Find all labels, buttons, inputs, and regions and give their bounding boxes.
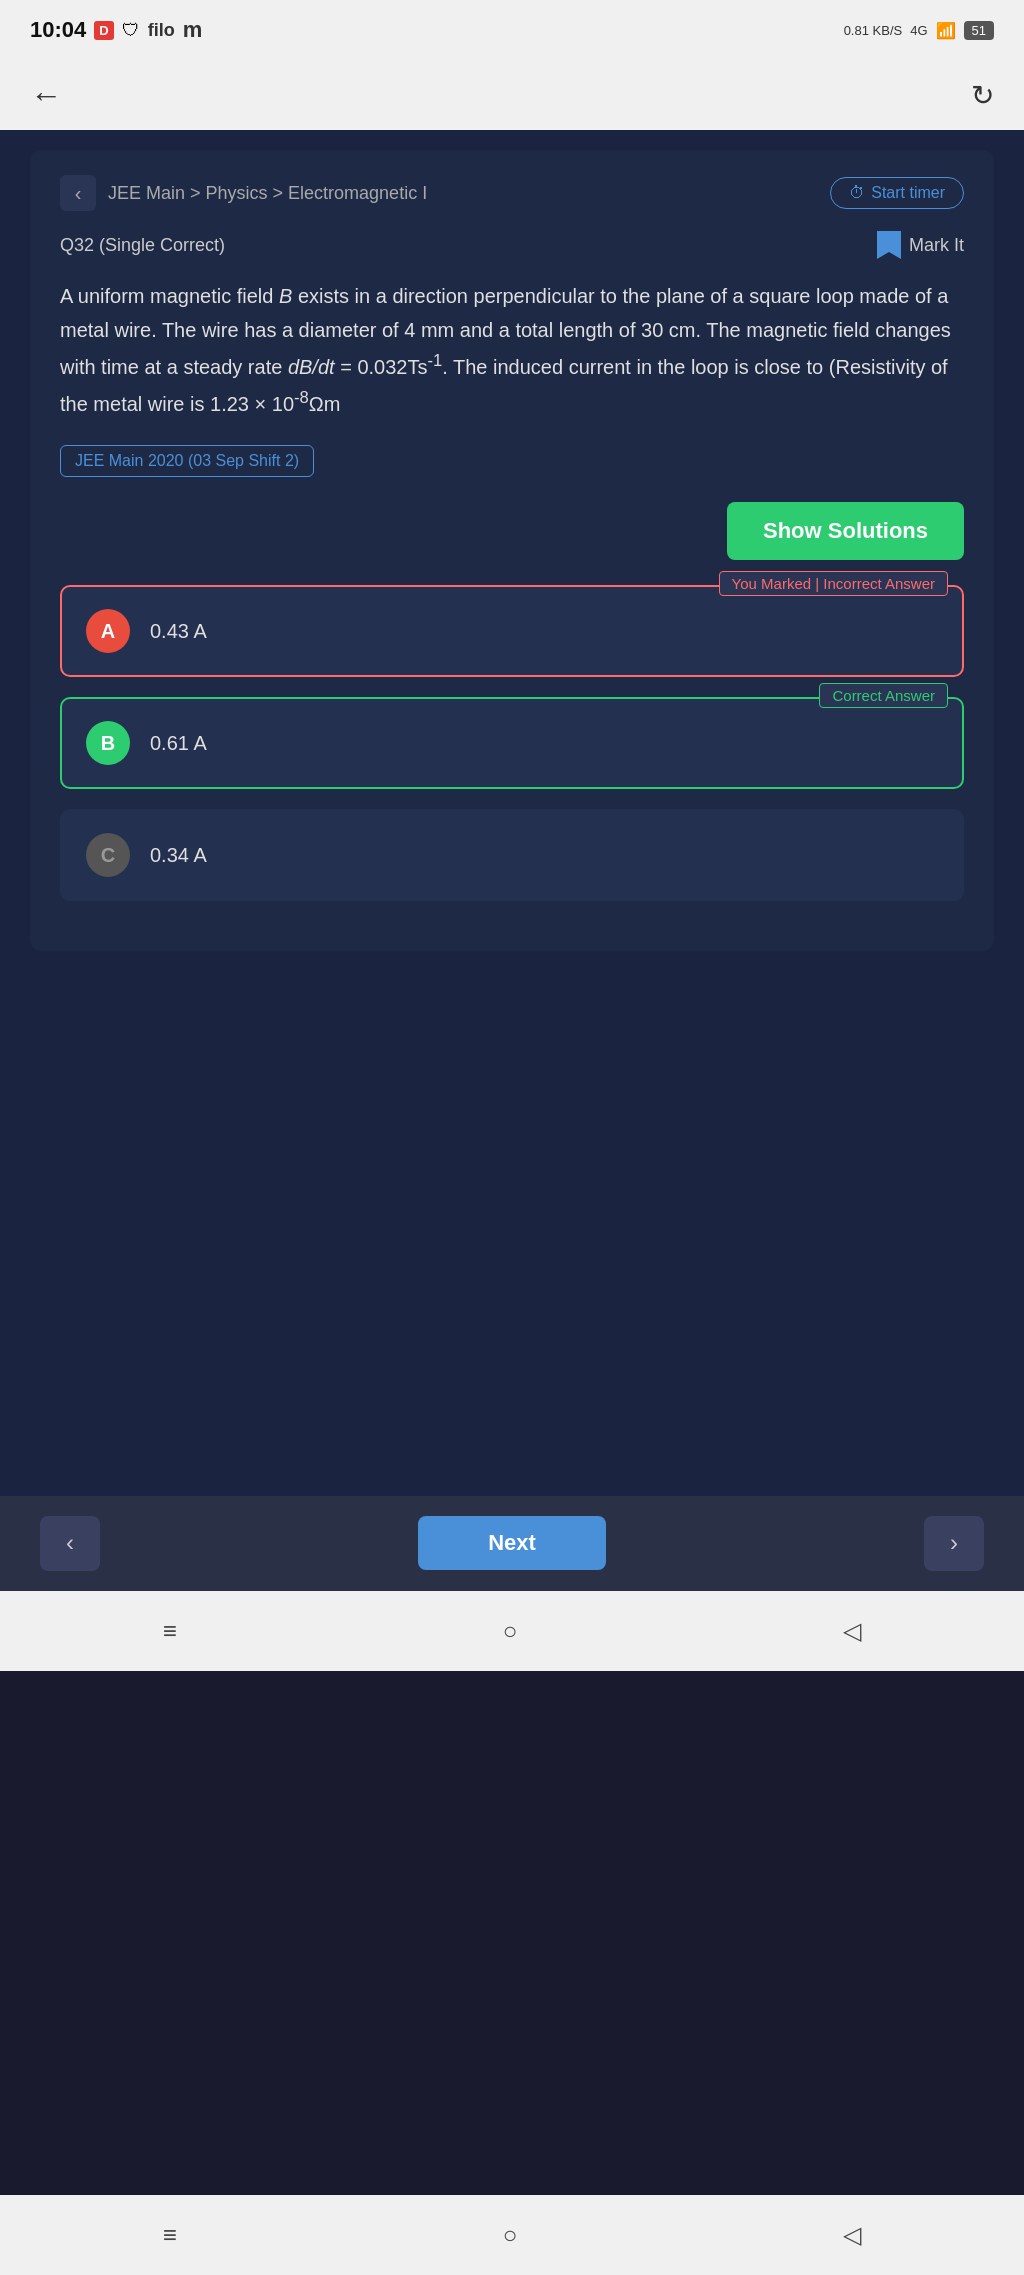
battery-level: 51: [964, 21, 994, 40]
app-label-filo: filo: [148, 20, 175, 41]
option-badge-text-a: You Marked | Incorrect Answer: [732, 575, 935, 592]
question-card: ‹ JEE Main > Physics > Electromagnetic I…: [30, 150, 994, 951]
network-speed: 0.81 KB/S: [844, 23, 903, 38]
bottom-android-nav-bar: ≡ ○ ◁: [0, 2195, 1024, 2275]
answer-section: You Marked | Incorrect Answer A 0.43 A C…: [60, 585, 964, 901]
mark-it-button[interactable]: Mark It: [877, 231, 964, 259]
prev-icon: ‹: [66, 1529, 74, 1557]
nav-bar: ← ↻: [0, 60, 1024, 130]
next-arrow-button[interactable]: ›: [924, 1516, 984, 1571]
app-badge: D: [94, 21, 113, 40]
card-header: ‹ JEE Main > Physics > Electromagnetic I…: [60, 175, 964, 211]
status-time: 10:04: [30, 17, 86, 43]
next-arrow-icon: ›: [950, 1529, 958, 1557]
timer-icon: ⏱: [849, 184, 865, 202]
show-solutions-button[interactable]: Show Solutions: [727, 502, 964, 560]
extra-space: [0, 1671, 1024, 2195]
option-badge-b: Correct Answer: [819, 683, 948, 708]
prev-button[interactable]: ‹: [40, 1516, 100, 1571]
status-right: 0.81 KB/S 4G 📶 51: [844, 21, 994, 40]
question-meta: Q32 (Single Correct) Mark It: [60, 231, 964, 259]
android-menu-button[interactable]: ≡: [163, 1617, 177, 1645]
android-back-button[interactable]: ◁: [843, 1617, 861, 1645]
bottom-android-back-button[interactable]: ◁: [843, 2221, 861, 2249]
option-wrapper-b: Correct Answer B 0.61 A: [60, 697, 964, 789]
network-type: 4G: [910, 23, 927, 38]
option-card-a[interactable]: A 0.43 A: [60, 585, 964, 677]
option-text-b: 0.61 A: [150, 732, 207, 755]
back-button[interactable]: ←: [30, 77, 62, 114]
status-bar: 10:04 D 🛡 filo m 0.81 KB/S 4G 📶 51: [0, 0, 1024, 60]
android-home-button[interactable]: ○: [503, 1617, 518, 1645]
bottom-android-menu-button[interactable]: ≡: [163, 2221, 177, 2249]
question-tag: JEE Main 2020 (03 Sep Shift 2): [60, 445, 314, 477]
option-card-b[interactable]: B 0.61 A: [60, 697, 964, 789]
start-timer-button[interactable]: ⏱ Start timer: [830, 177, 964, 209]
breadcrumb-back-button[interactable]: ‹: [60, 175, 96, 211]
question-text: A uniform magnetic field B exists in a d…: [60, 279, 964, 420]
breadcrumb-text: JEE Main > Physics > Electromagnetic I: [108, 183, 427, 204]
bottom-nav: ‹ Next ›: [0, 1496, 1024, 1591]
next-button[interactable]: Next: [418, 1516, 606, 1570]
option-card-c[interactable]: C 0.34 A: [60, 809, 964, 901]
option-letter-c: C: [86, 833, 130, 877]
question-label: Q32 (Single Correct): [60, 235, 225, 256]
option-letter-b: B: [86, 721, 130, 765]
option-wrapper-a: You Marked | Incorrect Answer A 0.43 A: [60, 585, 964, 677]
breadcrumb-nav: ‹ JEE Main > Physics > Electromagnetic I: [60, 175, 427, 211]
mark-it-label: Mark It: [909, 235, 964, 256]
signal-icon: 📶: [936, 21, 956, 40]
app-label-m: m: [183, 17, 203, 43]
bookmark-icon: [877, 231, 901, 259]
option-text-a: 0.43 A: [150, 620, 207, 643]
option-badge-text-b: Correct Answer: [832, 687, 935, 704]
option-wrapper-c: C 0.34 A: [60, 809, 964, 901]
option-text-c: 0.34 A: [150, 844, 207, 867]
android-nav-bar: ≡ ○ ◁: [0, 1591, 1024, 1671]
app-icon-shield: 🛡: [122, 20, 140, 41]
chevron-left-icon: ‹: [75, 182, 82, 205]
bottom-android-home-button[interactable]: ○: [503, 2221, 518, 2249]
option-letter-a: A: [86, 609, 130, 653]
option-badge-a: You Marked | Incorrect Answer: [719, 571, 948, 596]
status-left: 10:04 D 🛡 filo m: [30, 17, 202, 43]
refresh-button[interactable]: ↻: [971, 79, 994, 112]
start-timer-label: Start timer: [871, 184, 945, 202]
main-content: ‹ JEE Main > Physics > Electromagnetic I…: [0, 130, 1024, 1496]
